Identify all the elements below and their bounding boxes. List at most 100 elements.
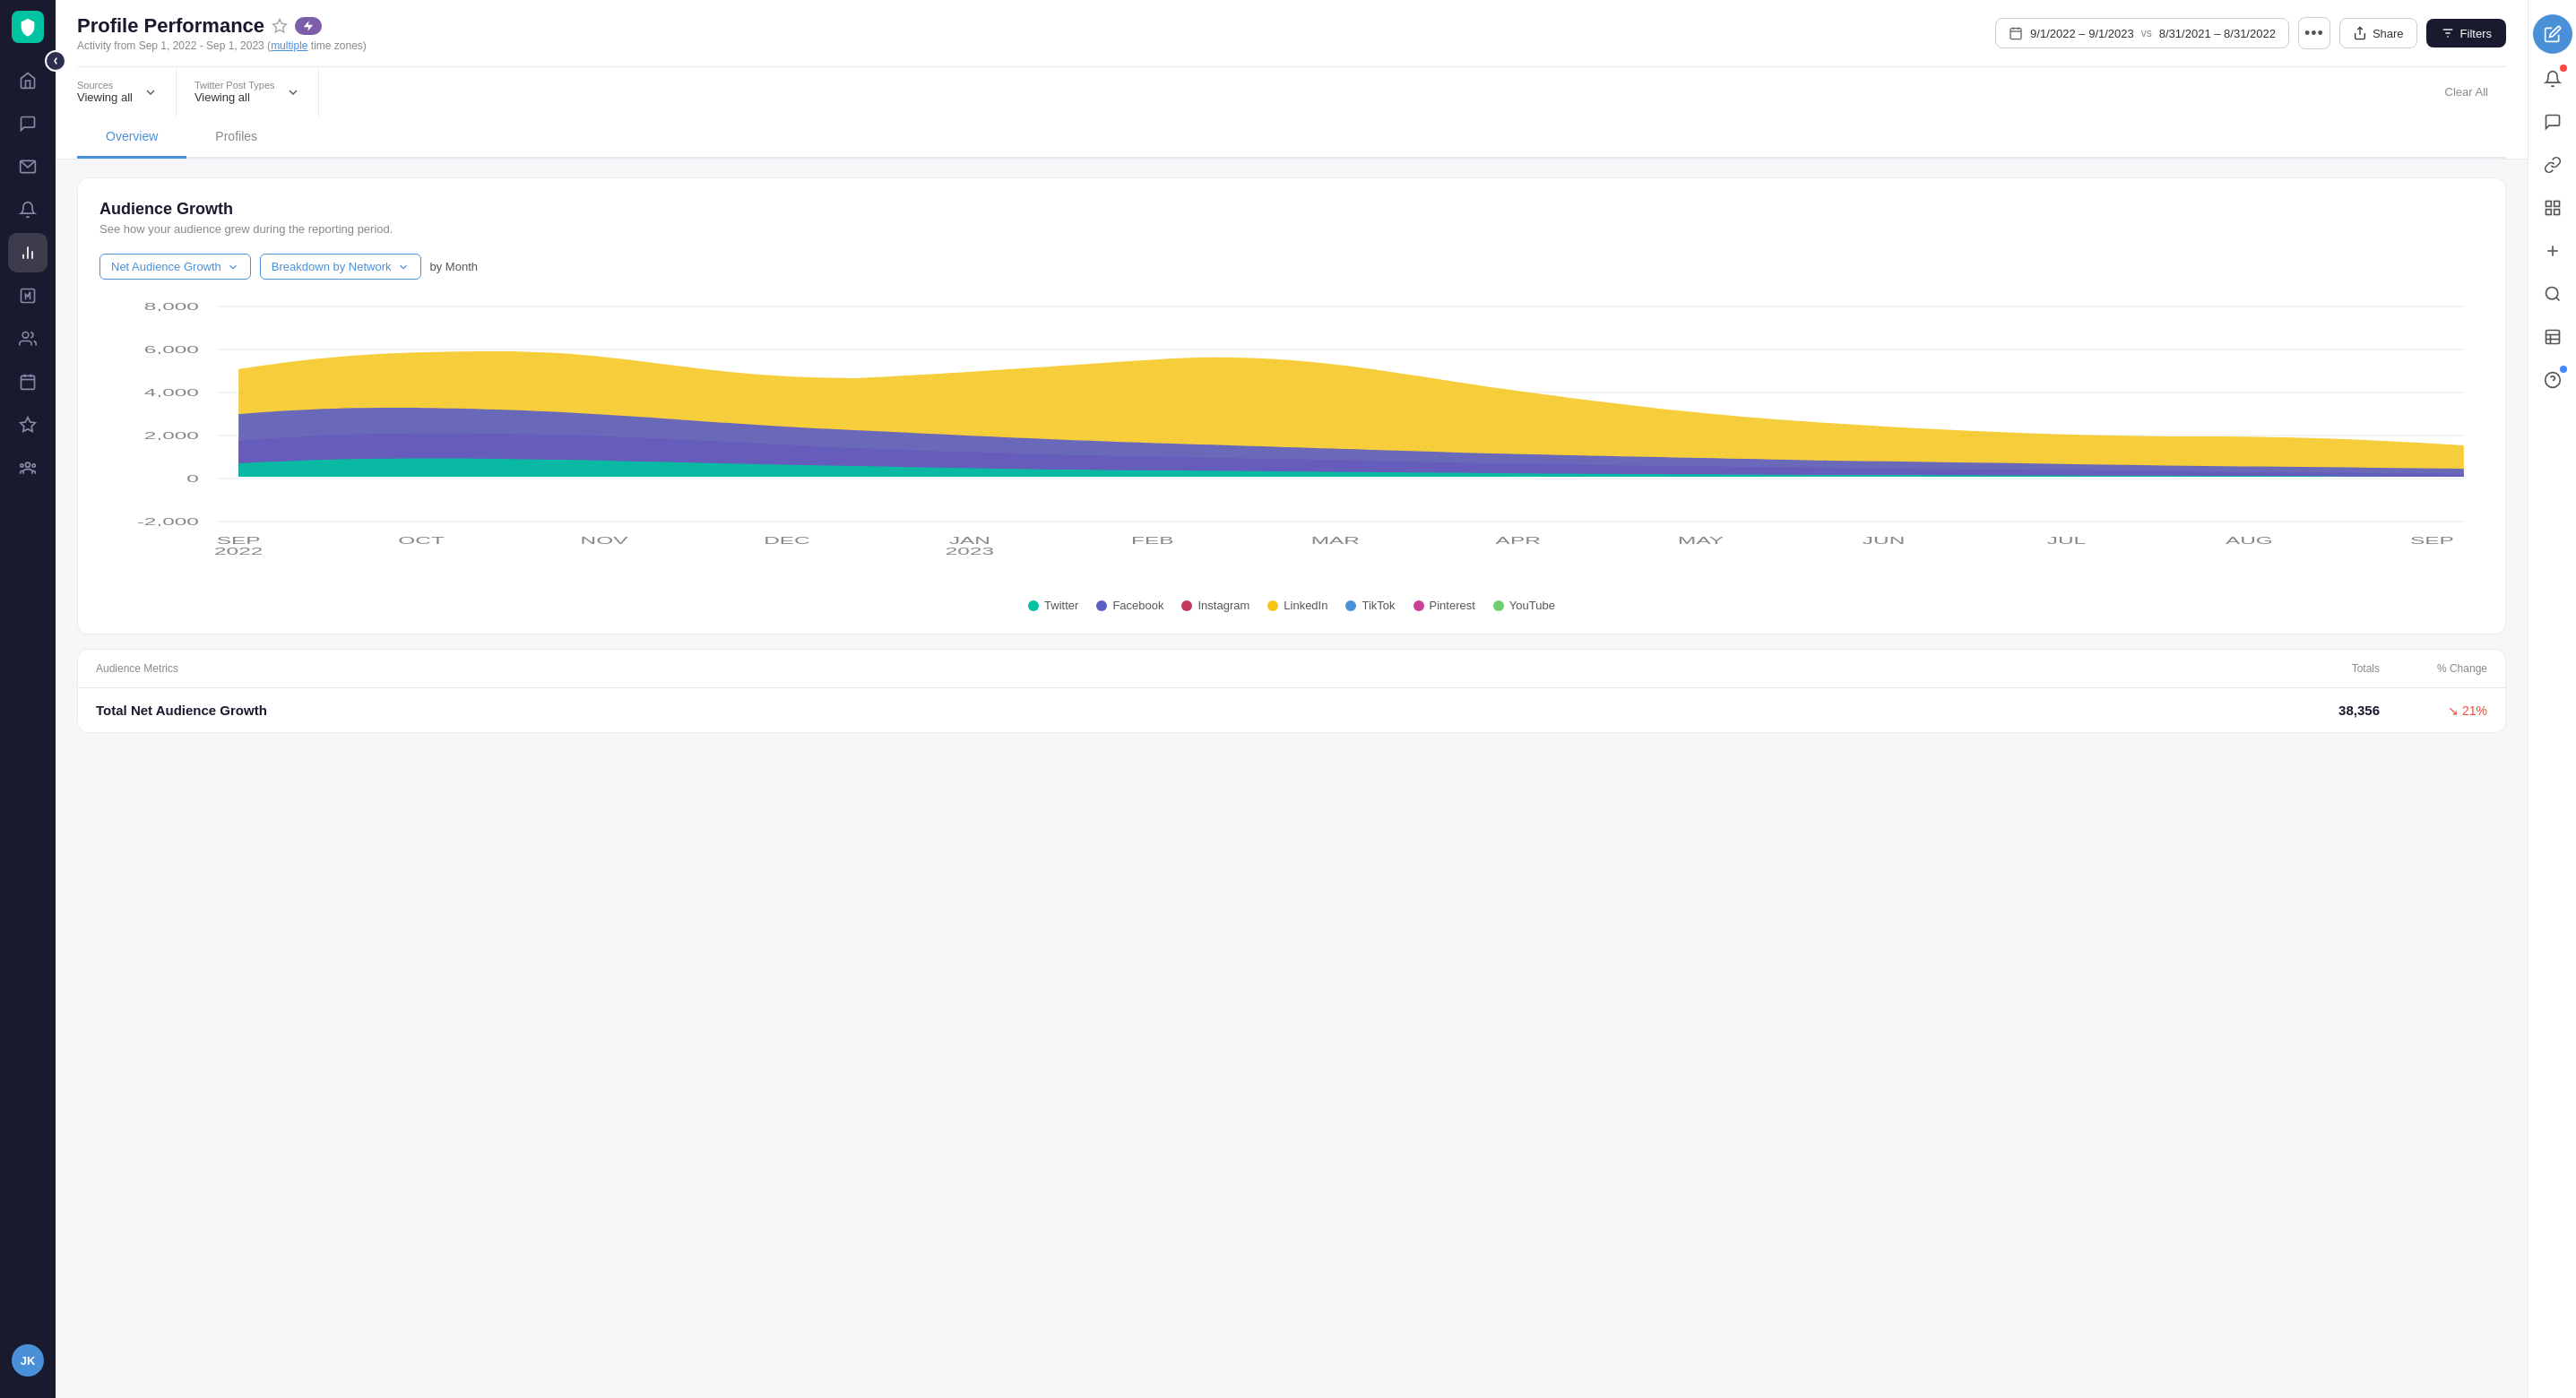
link-icon <box>2544 156 2562 174</box>
edit-icon <box>2544 25 2562 43</box>
tab-overview[interactable]: Overview <box>77 116 186 159</box>
sidebar-item-people[interactable] <box>8 448 48 488</box>
left-sidebar: JK <box>0 0 56 1398</box>
breakdown-by-network-dropdown[interactable]: Breakdown by Network <box>260 254 421 280</box>
dropdown2-chevron-icon <box>397 261 410 273</box>
page-title-group: Profile Performance <box>77 14 367 52</box>
svg-marker-15 <box>304 21 314 31</box>
sidebar-item-chat[interactable] <box>8 104 48 143</box>
svg-text:6,000: 6,000 <box>144 344 199 355</box>
svg-text:OCT: OCT <box>398 535 445 546</box>
net-audience-growth-dropdown[interactable]: Net Audience Growth <box>99 254 251 280</box>
right-sidebar-link[interactable] <box>2535 147 2571 183</box>
header-top: Profile Performance <box>77 14 2506 52</box>
svg-text:AUG: AUG <box>2226 535 2273 546</box>
svg-rect-52 <box>2554 202 2559 207</box>
svg-rect-51 <box>2546 202 2551 207</box>
filter-bar: Sources Viewing all Twitter Post Types V… <box>77 66 2506 116</box>
by-month-text: by Month <box>430 260 478 273</box>
legend-twitter: Twitter <box>1028 599 1078 612</box>
sidebar-item-mail[interactable] <box>8 147 48 186</box>
svg-text:FEB: FEB <box>1131 535 1173 546</box>
youtube-legend-label: YouTube <box>1509 599 1555 612</box>
svg-text:JUL: JUL <box>2047 535 2086 546</box>
sidebar-item-chart[interactable] <box>8 276 48 315</box>
pinterest-legend-label: Pinterest <box>1430 599 1475 612</box>
right-sidebar-comment[interactable] <box>2535 104 2571 140</box>
sidebar-bottom: JK <box>12 1344 44 1387</box>
right-sidebar-help[interactable] <box>2535 362 2571 398</box>
svg-point-13 <box>32 464 35 467</box>
multiple-link[interactable]: multiple <box>271 39 307 52</box>
header-title-group: Profile Performance <box>77 14 367 52</box>
compare-range-text: 8/31/2021 – 8/31/2022 <box>2159 27 2276 40</box>
sources-filter-value: Viewing all <box>77 91 133 104</box>
breakdown-label: Breakdown by Network <box>272 260 392 273</box>
svg-text:2023: 2023 <box>946 546 994 557</box>
sidebar-item-bell[interactable] <box>8 190 48 229</box>
legend-tiktok: TikTok <box>1345 599 1395 612</box>
right-sidebar-grid[interactable] <box>2535 190 2571 226</box>
sources-chevron-icon <box>143 85 158 99</box>
total-net-audience-growth-value: 38,356 <box>2272 703 2380 718</box>
filters-button[interactable]: Filters <box>2426 19 2506 47</box>
metrics-col-totals: Totals <box>2272 662 2380 675</box>
svg-text:JUN: JUN <box>1863 535 1905 546</box>
app-logo[interactable] <box>12 11 44 43</box>
facebook-legend-label: Facebook <box>1112 599 1163 612</box>
twitter-filter-label: Twitter Post Types <box>194 80 275 91</box>
grid-icon <box>2544 199 2562 217</box>
legend-linkedin: LinkedIn <box>1267 599 1327 612</box>
more-options-button[interactable]: ••• <box>2298 17 2330 49</box>
metrics-col-name: Audience Metrics <box>96 662 2272 675</box>
chart-legend: Twitter Facebook Instagram LinkedIn TikT… <box>99 599 2484 612</box>
svg-text:2022: 2022 <box>214 546 263 557</box>
metrics-col-change: % Change <box>2380 662 2487 675</box>
svg-text:APR: APR <box>1496 535 1541 546</box>
svg-marker-14 <box>273 20 287 32</box>
right-sidebar-plus[interactable] <box>2535 233 2571 269</box>
chart-svg: 8,000 6,000 4,000 2,000 0 -2,000 <box>99 298 2484 584</box>
star-icon[interactable] <box>272 18 288 34</box>
sidebar-item-users[interactable] <box>8 319 48 358</box>
svg-text:SEP: SEP <box>2410 535 2454 546</box>
svg-text:-2,000: -2,000 <box>137 516 199 527</box>
svg-text:DEC: DEC <box>764 535 809 546</box>
ai-badge[interactable] <box>295 17 322 35</box>
sidebar-collapse-btn[interactable] <box>45 50 66 72</box>
right-sidebar-edit[interactable] <box>2533 14 2572 54</box>
audience-growth-card: Audience Growth See how your audience gr… <box>77 177 2506 634</box>
svg-text:8,000: 8,000 <box>144 301 199 312</box>
chart-controls: Net Audience Growth Breakdown by Network… <box>99 254 2484 280</box>
help-dot <box>2560 366 2567 373</box>
sidebar-nav <box>0 61 56 1344</box>
right-sidebar-table[interactable] <box>2535 319 2571 355</box>
twitter-legend-label: Twitter <box>1044 599 1078 612</box>
sidebar-item-calendar[interactable] <box>8 362 48 401</box>
share-label: Share <box>2373 27 2404 40</box>
facebook-legend-dot <box>1096 600 1107 611</box>
svg-text:0: 0 <box>186 473 199 484</box>
total-net-audience-growth-label: Total Net Audience Growth <box>96 703 2272 718</box>
svg-text:JAN: JAN <box>949 535 990 546</box>
right-sidebar-search[interactable] <box>2535 276 2571 312</box>
sidebar-item-star[interactable] <box>8 405 48 444</box>
right-sidebar-notification[interactable] <box>2535 61 2571 97</box>
linkedin-legend-label: LinkedIn <box>1284 599 1327 612</box>
svg-text:MAY: MAY <box>1678 535 1725 546</box>
svg-point-11 <box>26 462 30 467</box>
date-range-button[interactable]: 9/1/2022 – 9/1/2023 vs 8/31/2021 – 8/31/… <box>1995 18 2289 48</box>
sources-filter[interactable]: Sources Viewing all <box>77 67 177 116</box>
share-button[interactable]: Share <box>2339 18 2417 48</box>
tab-profiles[interactable]: Profiles <box>186 116 286 159</box>
total-net-audience-growth-change: ↘ 21% <box>2380 703 2487 718</box>
sidebar-item-analytics[interactable] <box>8 233 48 272</box>
twitter-post-types-filter[interactable]: Twitter Post Types Viewing all <box>177 67 319 116</box>
user-avatar[interactable]: JK <box>12 1344 44 1376</box>
sidebar-item-home[interactable] <box>8 61 48 100</box>
sources-filter-label: Sources <box>77 80 133 91</box>
svg-rect-53 <box>2554 210 2559 215</box>
right-sidebar <box>2528 0 2576 1398</box>
svg-line-58 <box>2555 298 2559 301</box>
clear-all-button[interactable]: Clear All <box>2427 73 2506 111</box>
